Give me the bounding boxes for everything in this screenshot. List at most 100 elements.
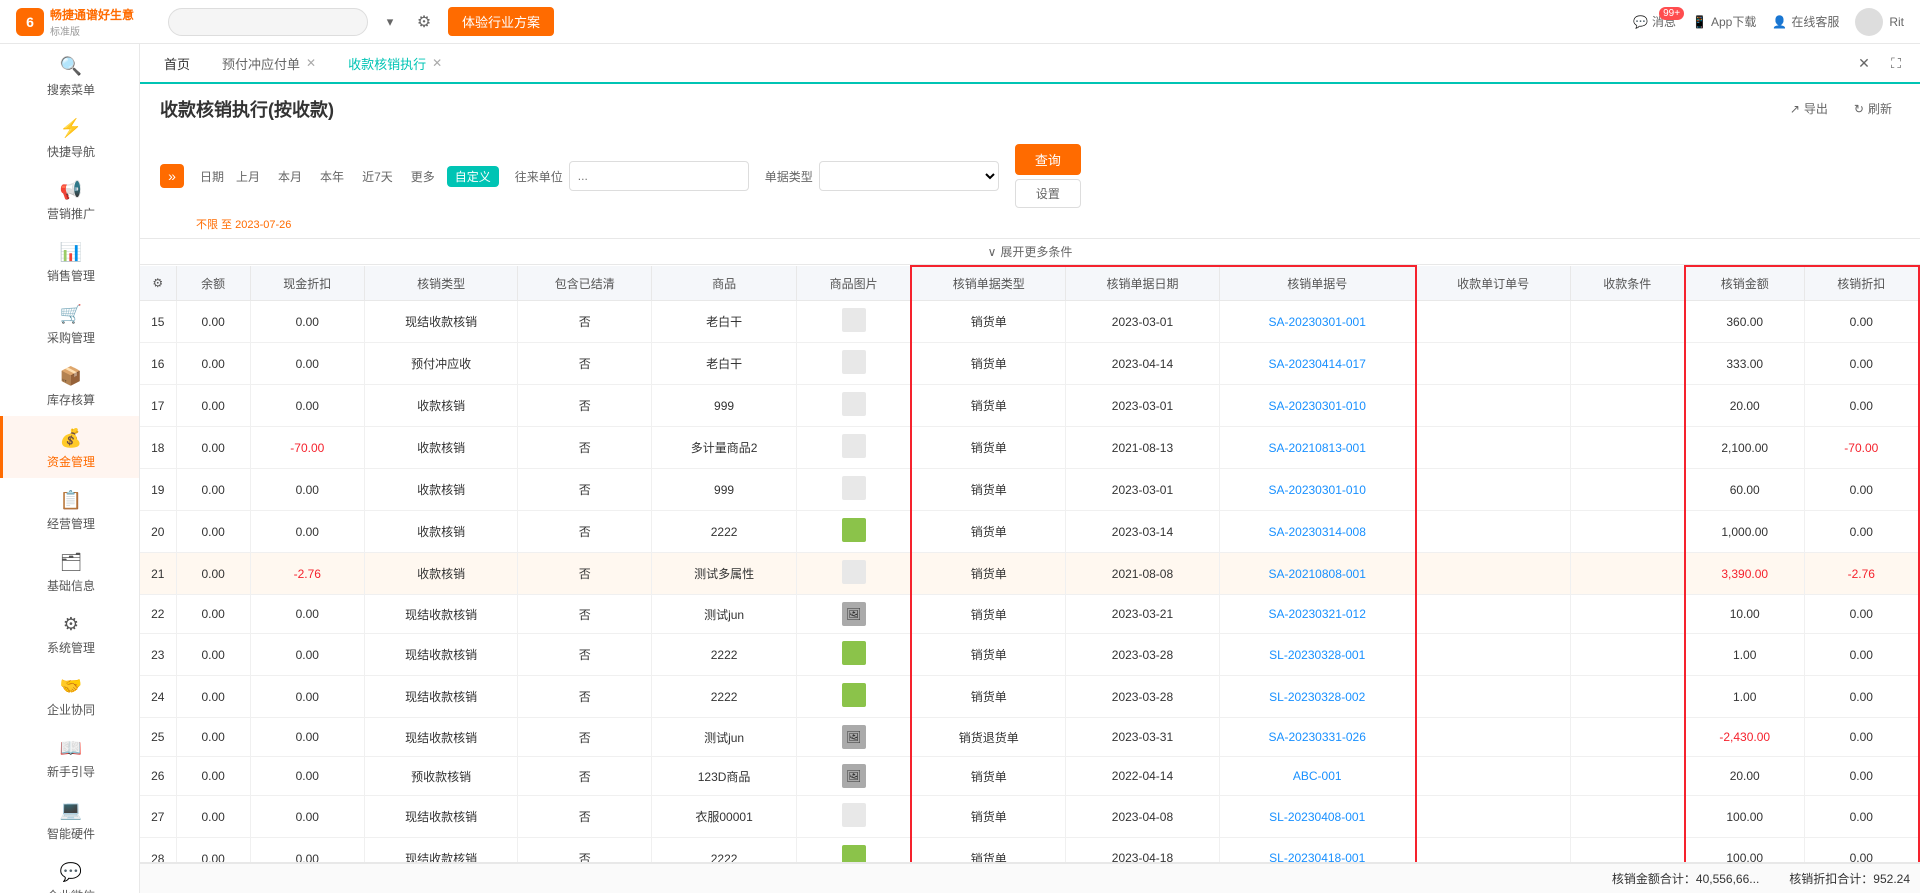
cell-collect-order-no bbox=[1416, 757, 1570, 796]
date-option-last-month[interactable]: 上月 bbox=[230, 166, 266, 187]
cell-verify-discount: 0.00 bbox=[1804, 634, 1919, 676]
cell-verify-no[interactable]: SA-20230301-010 bbox=[1219, 469, 1415, 511]
sidebar-item-search[interactable]: 🔍 搜索菜单 bbox=[0, 44, 139, 106]
total-amount-value: 40,556,66... bbox=[1696, 872, 1759, 886]
verify-no-link[interactable]: SA-20230321-012 bbox=[1268, 607, 1365, 621]
query-button[interactable]: 查询 bbox=[1015, 144, 1081, 175]
date-option-7days[interactable]: 近7天 bbox=[356, 166, 399, 187]
tab-home[interactable]: 首页 bbox=[148, 44, 206, 84]
cell-verify-no[interactable]: SA-20210813-001 bbox=[1219, 427, 1415, 469]
expand-more-button[interactable]: ∨ 展开更多条件 bbox=[988, 243, 1073, 260]
tab-bar-right: ✕ ⛶ bbox=[1852, 44, 1912, 82]
content-area: 首页 预付冲应付单 ✕ 收款核销执行 ✕ ✕ ⛶ 收款核销执行(按收款) bbox=[140, 44, 1920, 893]
cell-verify-voucher-type: 销货单 bbox=[911, 757, 1065, 796]
cell-product-img: 🖼 bbox=[796, 757, 911, 796]
solution-button[interactable]: 体验行业方案 bbox=[448, 7, 554, 36]
sidebar-item-purchase[interactable]: 🛒 采购管理 bbox=[0, 292, 139, 354]
verify-no-link[interactable]: SA-20230314-008 bbox=[1268, 525, 1365, 539]
sidebar-item-quicknav[interactable]: ⚡ 快捷导航 bbox=[0, 106, 139, 168]
sidebar-item-system[interactable]: ⚙ 系统管理 bbox=[0, 602, 139, 664]
cell-cash-discount: 0.00 bbox=[250, 676, 364, 718]
sidebar-item-wechat[interactable]: 💬 企业微信 bbox=[0, 850, 139, 893]
sidebar-item-guide[interactable]: 📖 新手引导 bbox=[0, 726, 139, 788]
sidebar-item-sales[interactable]: 📊 销售管理 bbox=[0, 230, 139, 292]
cell-product: 123D商品 bbox=[652, 757, 797, 796]
cell-verify-no[interactable]: SA-20230314-008 bbox=[1219, 511, 1415, 553]
export-button[interactable]: ↗ 导出 bbox=[1782, 96, 1836, 121]
cell-verify-no[interactable]: ABC-001 bbox=[1219, 757, 1415, 796]
sidebar-item-marketing[interactable]: 📢 营销推广 bbox=[0, 168, 139, 230]
date-option-this-month[interactable]: 本月 bbox=[272, 166, 308, 187]
online-service-link[interactable]: 👤 在线客服 bbox=[1772, 13, 1839, 30]
cell-verify-no[interactable]: SA-20230301-001 bbox=[1219, 301, 1415, 343]
settings-button[interactable]: 设置 bbox=[1015, 179, 1081, 208]
cell-verify-no[interactable]: SL-20230328-001 bbox=[1219, 634, 1415, 676]
partner-input[interactable] bbox=[569, 161, 749, 191]
inventory-icon: 📦 bbox=[60, 366, 82, 387]
restore-btn[interactable]: ⛶ bbox=[1884, 51, 1908, 75]
th-balance: 余额 bbox=[176, 266, 250, 301]
cell-verify-no[interactable]: SA-20210808-001 bbox=[1219, 553, 1415, 595]
sidebar-item-basic[interactable]: 🗂 基础信息 bbox=[0, 540, 139, 602]
logo-area: 6 畅捷通谱好生意 标准版 bbox=[16, 6, 156, 38]
cell-cash-discount: -70.00 bbox=[250, 427, 364, 469]
cell-collect-order-no bbox=[1416, 469, 1570, 511]
cell-verify-no[interactable]: SA-20230301-010 bbox=[1219, 385, 1415, 427]
cell-verify-no[interactable]: SA-20230321-012 bbox=[1219, 595, 1415, 634]
cell-verify-voucher-type: 销货单 bbox=[911, 634, 1065, 676]
th-settings[interactable]: ⚙ bbox=[140, 266, 176, 301]
tab-prepay-close[interactable]: ✕ bbox=[306, 56, 316, 70]
cell-collect-condition bbox=[1570, 718, 1685, 757]
date-option-more[interactable]: 更多 bbox=[405, 166, 441, 187]
date-option-custom[interactable]: 自定义 bbox=[447, 166, 499, 187]
verify-no-link[interactable]: SL-20230328-002 bbox=[1269, 690, 1365, 704]
tab-collection[interactable]: 收款核销执行 ✕ bbox=[332, 44, 458, 84]
table-area[interactable]: ⚙ 余额 现金折扣 核销类型 包含已结清 商品 商品图片 核销单据类型 核销单据… bbox=[140, 265, 1920, 893]
dropdown-icon[interactable]: ▾ bbox=[380, 12, 400, 32]
filter-expand-button[interactable]: » bbox=[160, 164, 184, 188]
sidebar-item-operations[interactable]: 📋 经营管理 bbox=[0, 478, 139, 540]
gear-icon[interactable]: ⚙ bbox=[412, 10, 436, 34]
cell-verify-date: 2021-08-13 bbox=[1066, 427, 1220, 469]
verify-no-link[interactable]: SA-20230414-017 bbox=[1268, 357, 1365, 371]
cell-verify-no[interactable]: SL-20230328-002 bbox=[1219, 676, 1415, 718]
verify-no-link[interactable]: SA-20230301-001 bbox=[1268, 315, 1365, 329]
cell-cash-discount: 0.00 bbox=[250, 469, 364, 511]
tab-prepay[interactable]: 预付冲应付单 ✕ bbox=[206, 44, 332, 84]
user-info[interactable]: Rit bbox=[1855, 8, 1904, 36]
sidebar-item-inventory[interactable]: 📦 库存核算 bbox=[0, 354, 139, 416]
messages-button[interactable]: 💬 消息 99+ bbox=[1633, 13, 1676, 30]
verify-no-link[interactable]: SA-20230301-010 bbox=[1268, 399, 1365, 413]
verify-no-link[interactable]: SA-20230331-026 bbox=[1268, 730, 1365, 744]
voucher-type-select[interactable] bbox=[819, 161, 999, 191]
verify-no-link[interactable]: SL-20230328-001 bbox=[1269, 648, 1365, 662]
sidebar-item-hardware[interactable]: 💻 智能硬件 bbox=[0, 788, 139, 850]
sidebar-item-finance[interactable]: 💰 资金管理 bbox=[0, 416, 139, 478]
cell-id: 16 bbox=[140, 343, 176, 385]
basic-icon: 🗂 bbox=[60, 552, 83, 573]
verify-no-link[interactable]: SA-20230301-010 bbox=[1268, 483, 1365, 497]
cell-collect-condition bbox=[1570, 427, 1685, 469]
close-tab-btn[interactable]: ✕ bbox=[1852, 51, 1876, 75]
table-row: 22 0.00 0.00 现结收款核销 否 测试jun 🖼 销货单 2023-0… bbox=[140, 595, 1919, 634]
verify-no-link[interactable]: ABC-001 bbox=[1293, 769, 1342, 783]
refresh-button[interactable]: ↻ 刷新 bbox=[1846, 96, 1900, 121]
cell-verify-no[interactable]: SA-20230331-026 bbox=[1219, 718, 1415, 757]
cell-verify-amount: 3,390.00 bbox=[1685, 553, 1804, 595]
cell-product-img: 🖼 bbox=[796, 595, 911, 634]
cell-include-settled: 否 bbox=[518, 634, 652, 676]
date-option-this-year[interactable]: 本年 bbox=[314, 166, 350, 187]
cell-collect-condition bbox=[1570, 385, 1685, 427]
sidebar-label-purchase: 采购管理 bbox=[47, 329, 95, 346]
sidebar-item-enterprise[interactable]: 🤝 企业协同 bbox=[0, 664, 139, 726]
top-right-area: 💬 消息 99+ 📱 App下载 👤 在线客服 Rit bbox=[1633, 8, 1904, 36]
verify-no-link[interactable]: SL-20230408-001 bbox=[1269, 810, 1365, 824]
verify-no-link[interactable]: SA-20210813-001 bbox=[1268, 441, 1365, 455]
verify-no-link[interactable]: SA-20210808-001 bbox=[1268, 567, 1365, 581]
tab-collection-close[interactable]: ✕ bbox=[432, 56, 442, 70]
app-download-link[interactable]: 📱 App下载 bbox=[1692, 13, 1756, 30]
cell-verify-no[interactable]: SA-20230414-017 bbox=[1219, 343, 1415, 385]
cell-verify-no[interactable]: SL-20230408-001 bbox=[1219, 796, 1415, 838]
cell-collect-condition bbox=[1570, 301, 1685, 343]
search-input[interactable] bbox=[168, 8, 368, 36]
